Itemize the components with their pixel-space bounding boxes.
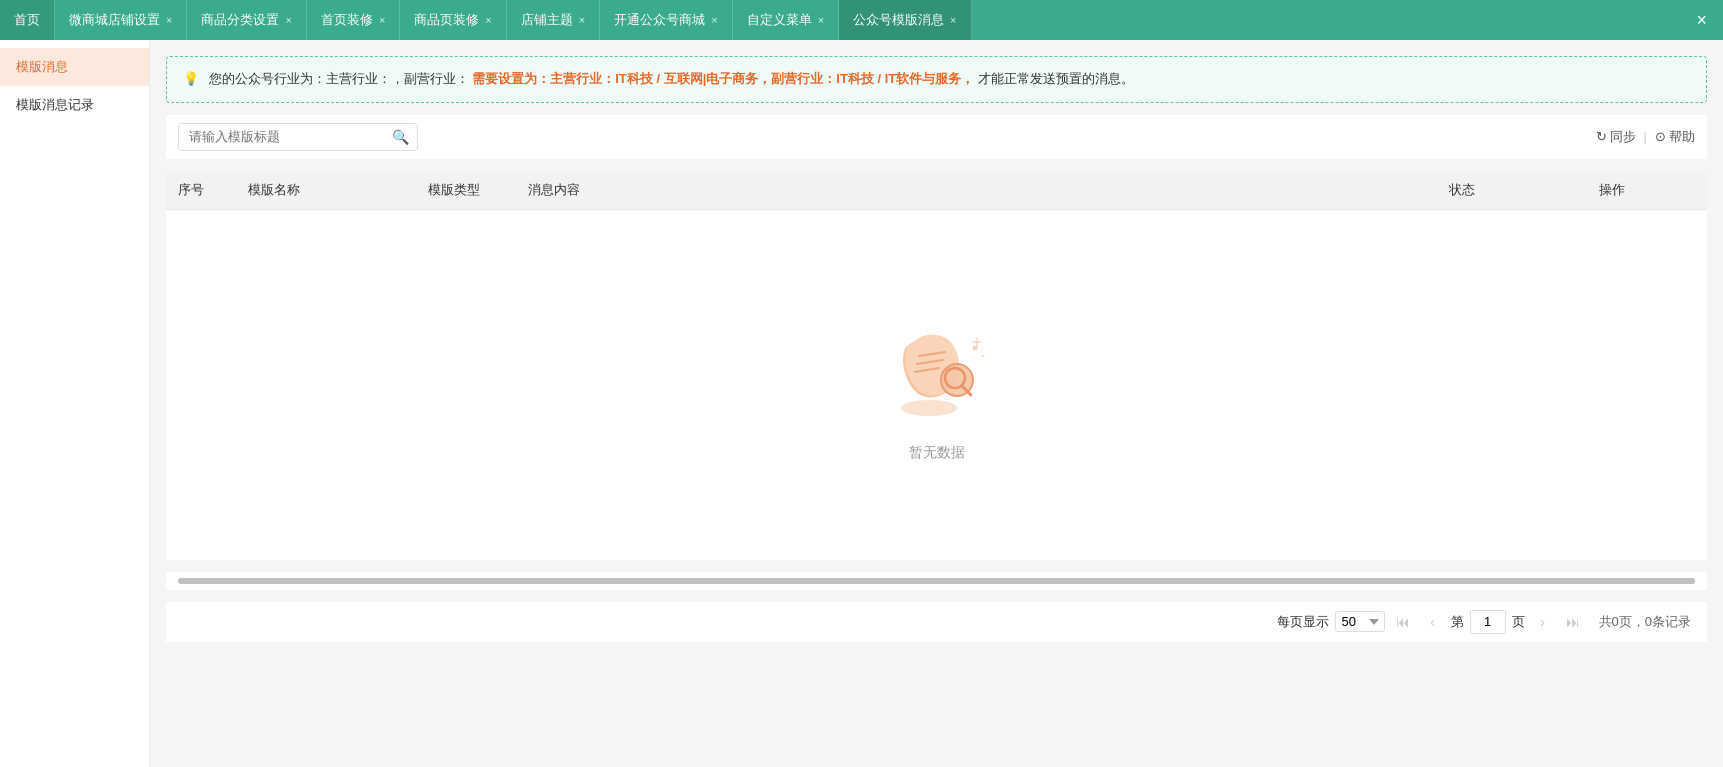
next-page-button[interactable]: ›	[1531, 610, 1555, 634]
table-header: 序号 模版名称 模版类型 消息内容 状态 操作	[166, 171, 1707, 210]
col-header-action: 操作	[1587, 171, 1707, 209]
col-header-status: 状态	[1437, 171, 1587, 209]
toolbar-right: ↻ 同步 | ⊙ 帮助	[1596, 128, 1695, 146]
tab-close-category-settings[interactable]: ×	[285, 14, 291, 26]
tab-close-custom-menu[interactable]: ×	[818, 14, 824, 26]
tab-close-product-decor[interactable]: ×	[485, 14, 491, 26]
tab-store-theme[interactable]: 店铺主题 ×	[507, 0, 600, 40]
tab-custom-menu[interactable]: 自定义菜单 ×	[733, 0, 839, 40]
notice-box: 💡 您的公众号行业为：主营行业：，副营行业： 需要设置为：主营行业：IT科技 /…	[166, 56, 1707, 103]
svg-point-0	[901, 400, 957, 416]
col-header-type: 模版类型	[416, 171, 516, 209]
empty-illustration	[877, 308, 997, 428]
sidebar: 模版消息 模版消息记录	[0, 40, 150, 767]
scrollbar-thumb[interactable]	[178, 578, 1695, 584]
sidebar-item-template-msg[interactable]: 模版消息	[0, 48, 149, 86]
lightbulb-icon: 💡	[183, 71, 199, 86]
empty-text: 暂无数据	[909, 444, 965, 462]
tab-close-open-mall[interactable]: ×	[711, 14, 717, 26]
tab-bar: 首页 微商城店铺设置 × 商品分类设置 × 首页装修 × 商品页装修 × 店铺主…	[0, 0, 1723, 40]
tab-close-shop-settings[interactable]: ×	[166, 14, 172, 26]
total-info: 共0页，0条记录	[1599, 613, 1691, 631]
page-size-select[interactable]: 50 20 100	[1335, 611, 1385, 632]
tab-shop-settings[interactable]: 微商城店铺设置 ×	[55, 0, 187, 40]
search-box: 🔍	[178, 123, 418, 151]
page-input[interactable]	[1470, 610, 1506, 634]
search-input[interactable]	[179, 124, 384, 149]
content-area: 💡 您的公众号行业为：主营行业：，副营行业： 需要设置为：主营行业：IT科技 /…	[150, 40, 1723, 767]
col-header-content: 消息内容	[516, 171, 1437, 209]
sidebar-item-template-msg-record[interactable]: 模版消息记录	[0, 86, 149, 124]
scrollbar-track[interactable]	[178, 578, 1695, 584]
sync-icon: ↻	[1596, 129, 1607, 144]
col-header-index: 序号	[166, 171, 236, 209]
first-page-button[interactable]: ⏮	[1391, 610, 1415, 634]
tab-bar-close-all[interactable]: ×	[1680, 0, 1723, 40]
search-button[interactable]: 🔍	[384, 124, 417, 150]
tab-close-home-decor[interactable]: ×	[379, 14, 385, 26]
help-icon: ⊙	[1655, 129, 1666, 144]
page-size-label: 每页显示	[1277, 613, 1329, 631]
tab-close-store-theme[interactable]: ×	[579, 14, 585, 26]
tab-category-settings[interactable]: 商品分类设置 ×	[187, 0, 306, 40]
scrollbar-area	[166, 572, 1707, 590]
prev-page-button[interactable]: ‹	[1421, 610, 1445, 634]
toolbar: 🔍 ↻ 同步 | ⊙ 帮助	[166, 115, 1707, 159]
main-layout: 模版消息 模版消息记录 💡 您的公众号行业为：主营行业：，副营行业： 需要设置为…	[0, 40, 1723, 767]
tab-home[interactable]: 首页	[0, 0, 55, 40]
table-body: 暂无数据	[166, 210, 1707, 560]
tab-template-msg[interactable]: 公众号模版消息 ×	[839, 0, 971, 40]
page-suffix: 页	[1512, 613, 1525, 631]
col-header-name: 模版名称	[236, 171, 416, 209]
tab-product-decor[interactable]: 商品页装修 ×	[400, 0, 506, 40]
last-page-button[interactable]: ⏭	[1561, 610, 1585, 634]
tab-home-decor[interactable]: 首页装修 ×	[307, 0, 400, 40]
page-label: 第	[1451, 613, 1464, 631]
table-container: 序号 模版名称 模版类型 消息内容 状态 操作	[166, 171, 1707, 560]
help-button[interactable]: ⊙ 帮助	[1655, 128, 1695, 146]
tab-close-template-msg[interactable]: ×	[950, 14, 956, 26]
tab-open-mall[interactable]: 开通公众号商城 ×	[600, 0, 732, 40]
pagination: 每页显示 50 20 100 ⏮ ‹ 第 页 › ⏭ 共0页，0条记录	[166, 602, 1707, 642]
toolbar-divider: |	[1644, 129, 1647, 144]
svg-point-8	[981, 354, 984, 357]
sync-button[interactable]: ↻ 同步	[1596, 128, 1636, 146]
